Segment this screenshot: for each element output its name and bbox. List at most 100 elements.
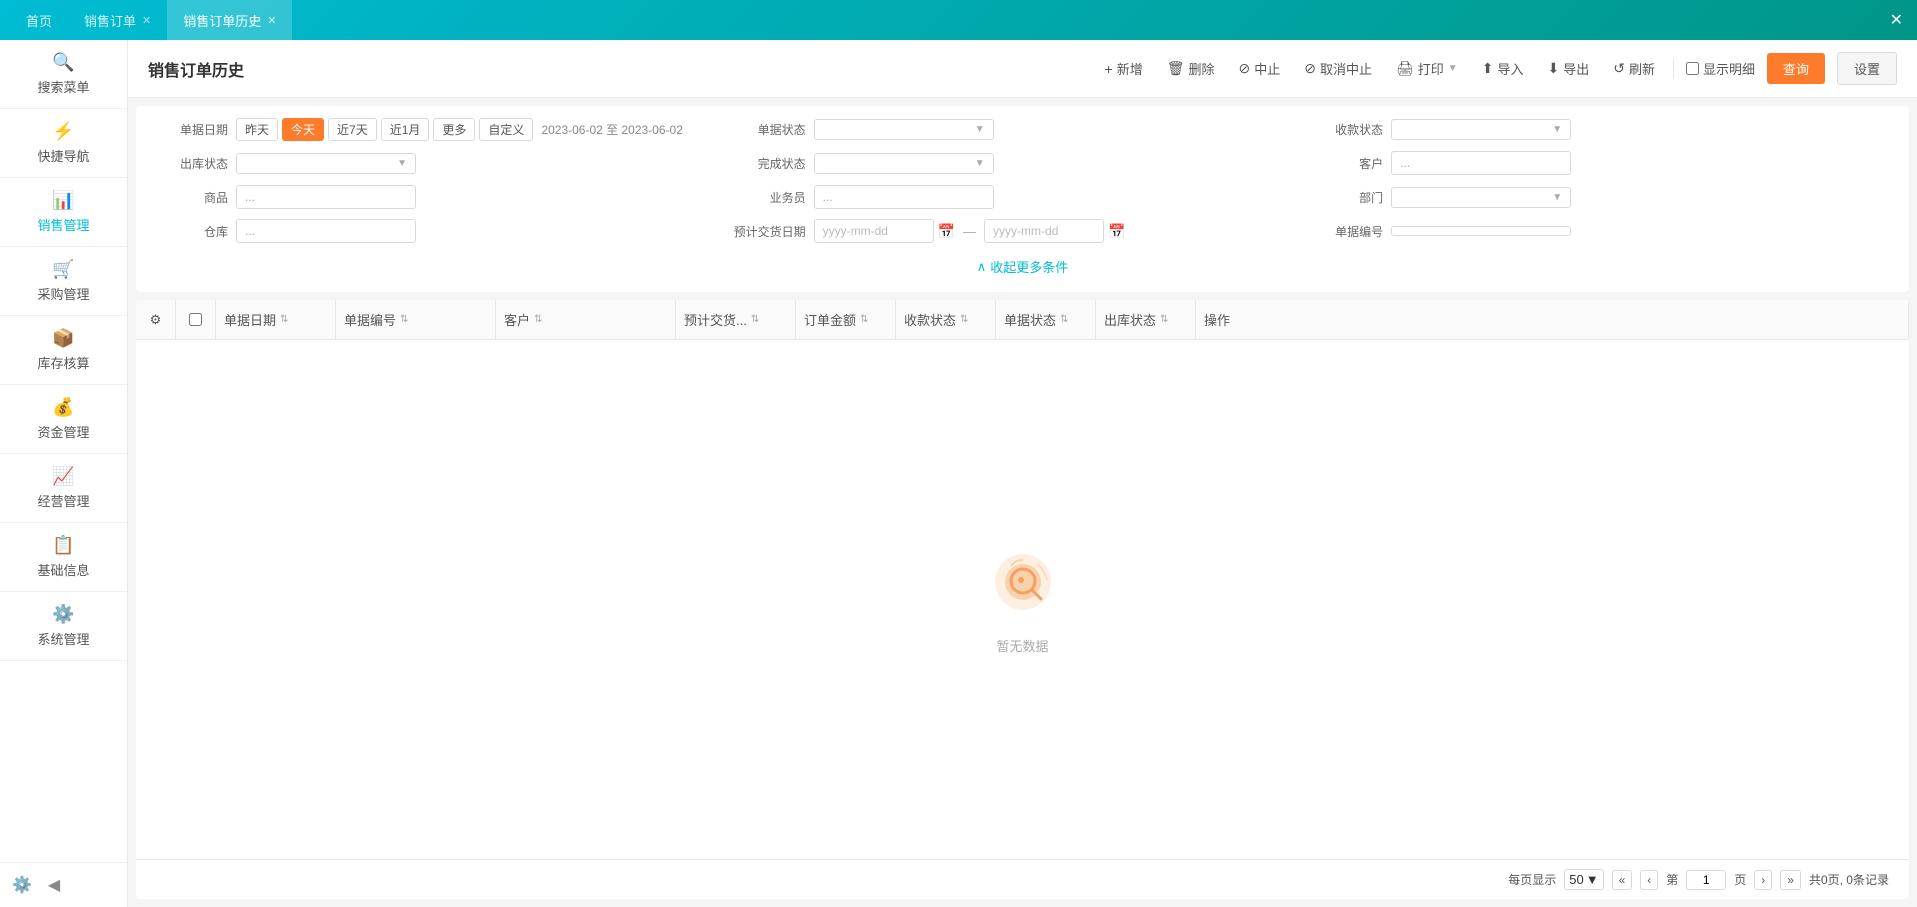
finance-icon: 💰 bbox=[52, 397, 74, 418]
inventory-icon: 📦 bbox=[52, 328, 74, 349]
th-out-status[interactable]: 出库状态 ⇅ bbox=[1096, 300, 1196, 339]
tab-sales-order-history-close[interactable]: ✕ bbox=[267, 14, 276, 27]
warehouse-input[interactable]: ... bbox=[236, 219, 416, 243]
sidebar-item-purchase[interactable]: 🛒 采购管理 bbox=[0, 247, 127, 316]
calendar-to-icon[interactable]: 📅 bbox=[1108, 223, 1125, 240]
expected-date-from[interactable]: yyyy-mm-dd bbox=[814, 219, 934, 243]
setting-button[interactable]: 设置 bbox=[1837, 52, 1897, 85]
empty-illustration bbox=[983, 544, 1063, 624]
th-delivery-sort: ⇅ bbox=[751, 314, 759, 325]
th-checkbox[interactable] bbox=[176, 300, 216, 339]
pay-status-label: 收款状态 bbox=[1311, 121, 1391, 138]
collapse-button[interactable]: ∧ 收起更多条件 bbox=[973, 253, 1073, 280]
date-btn-yesterday[interactable]: 昨天 bbox=[236, 118, 278, 141]
filter-pay-status-col: 收款状态 ▼ bbox=[1311, 119, 1889, 140]
sidebar-settings-icon[interactable]: ⚙️ bbox=[8, 871, 36, 899]
print-button[interactable]: 🖨 打印 ▼ bbox=[1390, 55, 1464, 82]
sidebar-item-basic-info[interactable]: 📋 基础信息 bbox=[0, 523, 127, 592]
prev-page-button[interactable]: ‹ bbox=[1640, 870, 1658, 890]
import-button[interactable]: ⬆ 导入 bbox=[1476, 55, 1530, 82]
pay-status-select[interactable]: ▼ bbox=[1391, 119, 1571, 140]
quick-nav-icon: ⚡ bbox=[52, 121, 74, 142]
refresh-button[interactable]: ↺ 刷新 bbox=[1607, 55, 1661, 82]
complete-status-select[interactable]: ▼ bbox=[814, 153, 994, 174]
collapse-label: 收起更多条件 bbox=[990, 257, 1068, 276]
first-page-button[interactable]: « bbox=[1612, 870, 1633, 890]
import-label: 导入 bbox=[1497, 59, 1523, 78]
purchase-icon: 🛒 bbox=[52, 259, 74, 280]
stop-button[interactable]: ⊘ 中止 bbox=[1233, 55, 1287, 82]
sidebar-item-sales[interactable]: 📊 销售管理 bbox=[0, 178, 127, 247]
th-date[interactable]: 单据日期 ⇅ bbox=[216, 300, 336, 339]
th-customer[interactable]: 客户 ⇅ bbox=[496, 300, 676, 339]
date-btn-today[interactable]: 今天 bbox=[282, 118, 324, 141]
warehouse-label: 仓库 bbox=[156, 223, 236, 240]
date-btn-more[interactable]: 更多 bbox=[433, 118, 475, 141]
total-info: 共0页, 0条记录 bbox=[1809, 871, 1889, 888]
dept-select[interactable]: ▼ bbox=[1391, 187, 1571, 208]
query-button[interactable]: 查询 bbox=[1767, 53, 1825, 84]
sidebar-item-inventory[interactable]: 📦 库存核算 bbox=[0, 316, 127, 385]
date-btn-1month[interactable]: 近1月 bbox=[381, 118, 430, 141]
page-header: 销售订单历史 + 新增 🗑 删除 ⊘ 中止 ⊘ 取消中止 bbox=[128, 40, 1917, 98]
page-size-value: 50 bbox=[1569, 872, 1583, 887]
tab-sales-order-close[interactable]: ✕ bbox=[142, 14, 151, 27]
th-no[interactable]: 单据编号 ⇅ bbox=[336, 300, 496, 339]
select-all-checkbox[interactable] bbox=[189, 313, 202, 326]
th-customer-label: 客户 bbox=[504, 310, 530, 329]
filter-complete-status-col: 完成状态 ▼ bbox=[734, 153, 1312, 174]
sidebar-item-system[interactable]: ⚙️ 系统管理 bbox=[0, 592, 127, 661]
top-bar-right: ✕ bbox=[1886, 6, 1907, 34]
expected-date-to[interactable]: yyyy-mm-dd bbox=[984, 219, 1104, 243]
out-status-select[interactable]: ▼ bbox=[236, 153, 416, 174]
filter-expected-date-col: 预计交货日期 yyyy-mm-dd 📅 — yyyy-mm-dd 📅 bbox=[734, 219, 1312, 243]
print-label: 打印 bbox=[1418, 59, 1444, 78]
sidebar-item-finance[interactable]: 💰 资金管理 bbox=[0, 385, 127, 454]
cancel-stop-label: 取消中止 bbox=[1320, 59, 1372, 78]
calendar-from-icon[interactable]: 📅 bbox=[938, 223, 955, 240]
th-amount[interactable]: 订单金额 ⇅ bbox=[796, 300, 896, 339]
customer-input[interactable]: ... bbox=[1391, 151, 1571, 175]
sidebar-item-search[interactable]: 🔍 搜索菜单 bbox=[0, 40, 127, 109]
doc-status-select[interactable]: ▼ bbox=[814, 119, 994, 140]
last-page-button[interactable]: » bbox=[1780, 870, 1801, 890]
out-status-chevron: ▼ bbox=[397, 158, 407, 169]
window-close-icon[interactable]: ✕ bbox=[1886, 6, 1907, 34]
sidebar-item-quick-nav[interactable]: ⚡ 快捷导航 bbox=[0, 109, 127, 178]
sidebar-collapse-icon[interactable]: ◀ bbox=[44, 871, 64, 899]
delete-button[interactable]: 🗑 删除 bbox=[1161, 55, 1221, 82]
filter-goods-col: 商品 ... bbox=[156, 185, 734, 209]
tab-sales-order-history[interactable]: 销售订单历史 ✕ bbox=[167, 0, 292, 40]
th-no-sort: ⇅ bbox=[400, 314, 408, 325]
doc-no-input[interactable] bbox=[1391, 226, 1571, 236]
th-payment-status[interactable]: 收款状态 ⇅ bbox=[896, 300, 996, 339]
goods-input[interactable]: ... bbox=[236, 185, 416, 209]
sidebar-item-search-label: 搜索菜单 bbox=[37, 77, 89, 96]
th-delivery-label: 预计交货... bbox=[684, 310, 747, 329]
date-btn-7days[interactable]: 近7天 bbox=[328, 118, 377, 141]
cancel-stop-button[interactable]: ⊘ 取消中止 bbox=[1298, 55, 1378, 82]
filter-collapse-row: ∧ 收起更多条件 bbox=[156, 253, 1889, 280]
add-button[interactable]: + 新增 bbox=[1099, 55, 1149, 82]
salesman-input[interactable]: ... bbox=[814, 185, 994, 209]
pagination-bar: 每页显示 50 ▼ « ‹ 第 页 › » 共0页, 0条记录 bbox=[136, 859, 1909, 899]
th-delivery[interactable]: 预计交货... ⇅ bbox=[676, 300, 796, 339]
th-settings[interactable]: ⚙ bbox=[136, 300, 176, 339]
sidebar: 🔍 搜索菜单 ⚡ 快捷导航 📊 销售管理 🛒 采购管理 📦 库存核算 💰 资金管… bbox=[0, 40, 128, 907]
complete-status-chevron: ▼ bbox=[975, 158, 985, 169]
page-number-input[interactable] bbox=[1686, 870, 1726, 890]
page-size-select[interactable]: 50 ▼ bbox=[1564, 869, 1603, 890]
next-page-button[interactable]: › bbox=[1754, 870, 1772, 890]
import-icon: ⬆ bbox=[1482, 60, 1494, 77]
sidebar-item-finance-label: 资金管理 bbox=[37, 422, 89, 441]
show-detail-checkbox[interactable] bbox=[1686, 62, 1699, 75]
tab-sales-order[interactable]: 销售订单 ✕ bbox=[68, 0, 167, 40]
date-btn-custom[interactable]: 自定义 bbox=[479, 118, 533, 141]
tab-home[interactable]: 首页 bbox=[10, 0, 68, 40]
filter-row-2: 出库状态 ▼ 完成状态 ▼ 客户 ... bbox=[156, 151, 1889, 175]
th-doc-status[interactable]: 单据状态 ⇅ bbox=[996, 300, 1096, 339]
export-button[interactable]: ⬇ 导出 bbox=[1541, 55, 1595, 82]
th-customer-sort: ⇅ bbox=[534, 314, 542, 325]
sidebar-item-operations[interactable]: 📈 经营管理 bbox=[0, 454, 127, 523]
export-icon: ⬇ bbox=[1547, 60, 1559, 77]
